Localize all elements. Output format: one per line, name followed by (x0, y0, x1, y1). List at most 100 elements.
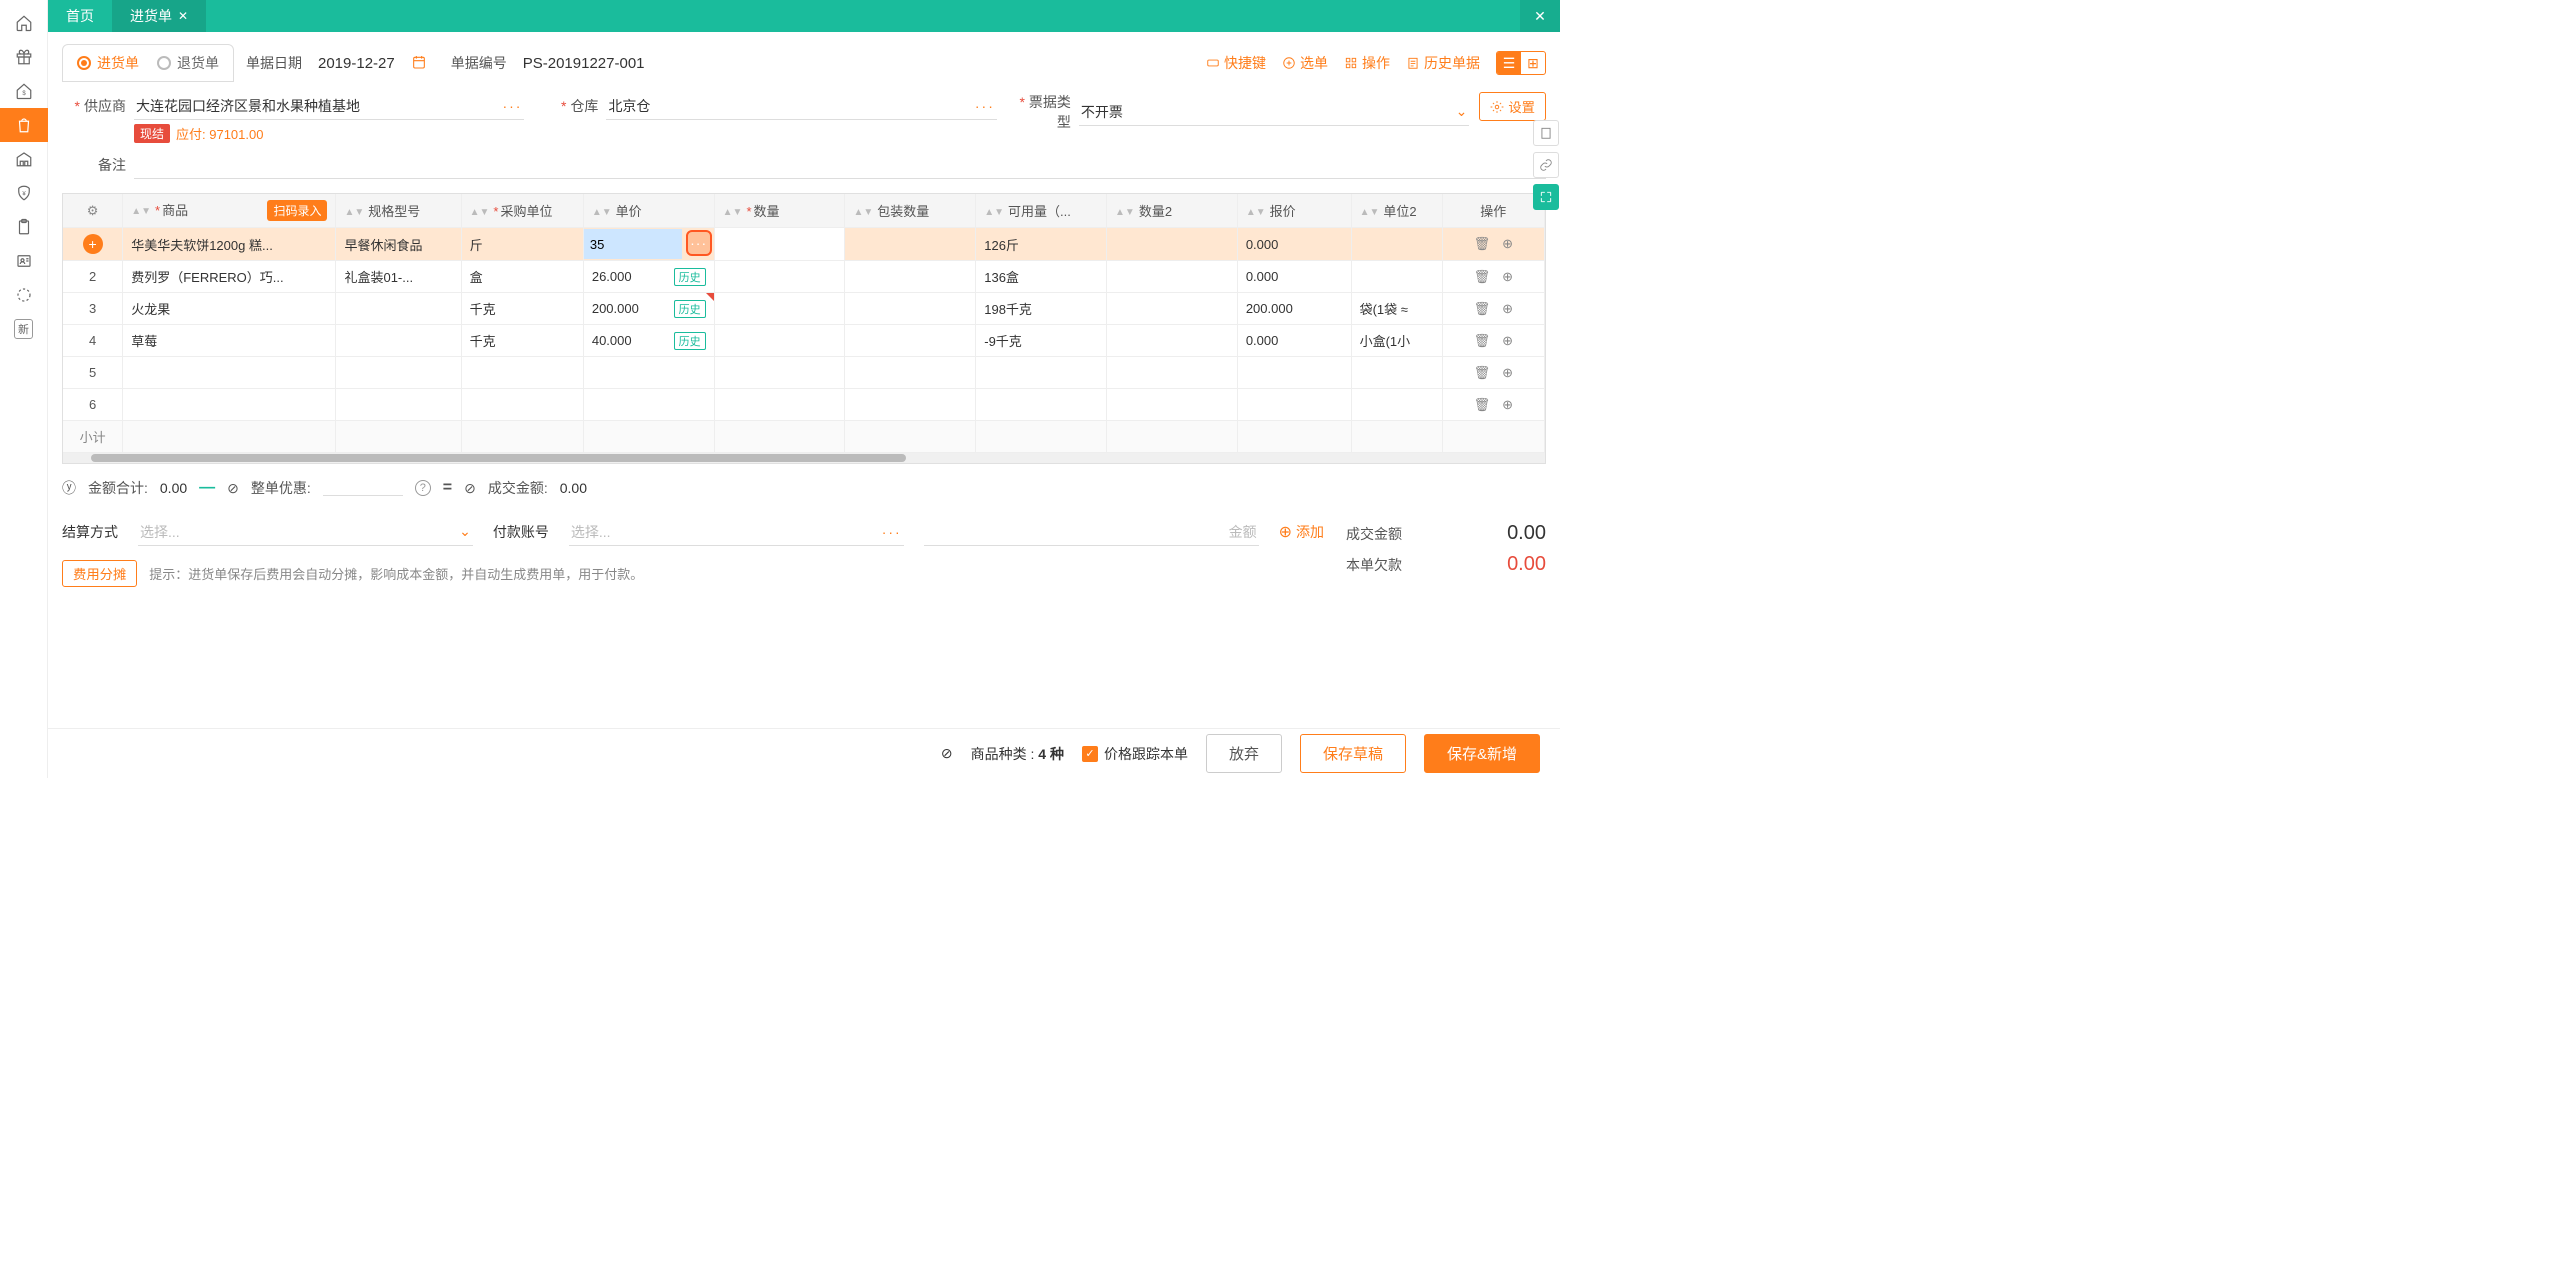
th-qty2[interactable]: ▲▼数量2 (1107, 194, 1238, 228)
chevron-down-icon[interactable]: ⌄ (459, 523, 471, 540)
items-table: ⚙ ▲▼*商品扫码录入 ▲▼规格型号 ▲▼*采购单位 ▲▼单价 ▲▼*数量 ▲▼… (62, 193, 1546, 464)
billtype-chevron-icon[interactable]: ⌄ (1456, 103, 1468, 120)
save-draft-button[interactable]: 保存草稿 (1300, 734, 1406, 773)
row-copy-icon[interactable]: ⊕ (1502, 301, 1513, 317)
table-row[interactable]: +华美华夫软饼1200g 糕...早餐休闲食品斤···126斤0.000🗑⊕ (63, 228, 1545, 261)
gear-icon[interactable]: ⚙ (87, 203, 99, 218)
th-unit2[interactable]: ▲▼单位2 (1351, 194, 1442, 228)
scan-button[interactable]: 扫码录入 (267, 200, 327, 221)
table-h-scrollbar[interactable] (63, 453, 1545, 463)
th-gear[interactable]: ⚙ (63, 194, 123, 228)
toolbar-history[interactable]: 历史单据 (1406, 53, 1480, 73)
row-delete-icon[interactable]: 🗑 (1474, 301, 1491, 317)
supplier-more-icon[interactable]: ··· (502, 98, 522, 114)
nav-money-icon[interactable]: ¥ (0, 176, 48, 210)
tab-home[interactable]: 首页 (48, 0, 112, 32)
deal-label: 成交金额: (488, 478, 548, 498)
top-tab-bar: 首页 进货单✕ ✕ (48, 0, 1560, 32)
settle-method-input[interactable]: 选择...⌄ (138, 518, 473, 546)
track-checkbox[interactable]: ✓ (1082, 746, 1098, 762)
warehouse-more-icon[interactable]: ··· (975, 98, 995, 114)
toolbar-operate[interactable]: 操作 (1344, 53, 1390, 73)
toolbar-select[interactable]: 选单 (1282, 53, 1328, 73)
table-row[interactable]: 6🗑⊕ (63, 389, 1545, 421)
th-quote[interactable]: ▲▼报价 (1237, 194, 1351, 228)
row-copy-icon[interactable]: ⊕ (1502, 365, 1513, 381)
history-tag[interactable]: 历史 (674, 332, 706, 350)
settle-method-label: 结算方式 (62, 522, 118, 542)
nav-gift-icon[interactable] (0, 40, 48, 74)
toolbar-shortcut[interactable]: 快捷键 (1206, 53, 1266, 73)
nav-sync-icon[interactable] (0, 278, 48, 312)
summary-owe-label: 本单欠款 (1346, 555, 1402, 575)
price-more-icon[interactable]: ··· (686, 230, 712, 256)
nav-price-icon[interactable]: $ (0, 74, 48, 108)
th-packqty[interactable]: ▲▼包装数量 (845, 194, 976, 228)
nav-home-icon[interactable] (0, 6, 48, 40)
nav-contact-icon[interactable] (0, 244, 48, 278)
supplier-input[interactable]: 大连花园口经济区景和水果种植基地··· (134, 92, 524, 120)
nav-warehouse-icon[interactable] (0, 142, 48, 176)
help-icon[interactable]: ? (415, 480, 431, 496)
tab-purchase[interactable]: 进货单✕ (112, 0, 206, 32)
billtype-input[interactable]: 不开票⌄ (1079, 98, 1469, 126)
nav-new-badge[interactable]: 新 (0, 312, 48, 346)
th-qty[interactable]: ▲▼*数量 (714, 194, 845, 228)
pay-amount: 应付: 97101.00 (176, 124, 263, 143)
table-row[interactable]: 2费列罗（FERRERO）巧...礼盒装01-...盒26.000历史136盒0… (63, 261, 1545, 293)
th-product[interactable]: ▲▼*商品扫码录入 (123, 194, 336, 228)
row-delete-icon[interactable]: 🗑 (1474, 269, 1491, 285)
add-row-icon[interactable]: + (83, 234, 103, 254)
discard-button[interactable]: 放弃 (1206, 734, 1282, 773)
price-input[interactable] (584, 229, 682, 259)
add-settlement-button[interactable]: ⊕添加 (1279, 522, 1324, 542)
row-copy-icon[interactable]: ⊕ (1502, 236, 1513, 252)
fee-allocate-button[interactable]: 费用分摊 (62, 560, 137, 587)
th-unit[interactable]: ▲▼*采购单位 (461, 194, 583, 228)
view-list-icon[interactable]: ☰ (1497, 52, 1521, 74)
table-row[interactable]: 3火龙果千克200.000历史198千克200.000袋(1袋 ≈🗑⊕ (63, 293, 1545, 325)
nav-purchase-icon[interactable] (0, 108, 48, 142)
th-avail[interactable]: ▲▼可用量（... (976, 194, 1107, 228)
acct-more-icon[interactable]: ··· (882, 524, 902, 540)
table-row[interactable]: 4草莓千克40.000历史-9千克0.000小盒(1小🗑⊕ (63, 325, 1545, 357)
discount-input[interactable] (323, 480, 403, 496)
radio-purchase[interactable]: 进货单 (77, 53, 139, 73)
row-copy-icon[interactable]: ⊕ (1502, 397, 1513, 413)
table-row[interactable]: 5🗑⊕ (63, 357, 1545, 389)
row-delete-icon[interactable]: 🗑 (1474, 236, 1491, 252)
save-new-button[interactable]: 保存&新增 (1424, 734, 1540, 773)
radio-return[interactable]: 退货单 (157, 53, 219, 73)
billtype-label: 票据类型 (1007, 92, 1071, 132)
row-delete-icon[interactable]: 🗑 (1474, 333, 1491, 349)
row-copy-icon[interactable]: ⊕ (1502, 333, 1513, 349)
th-price[interactable]: ▲▼单价 (583, 194, 714, 228)
view-grid-icon[interactable]: ⊞ (1521, 52, 1545, 74)
right-rail (1532, 120, 1560, 210)
row-copy-icon[interactable]: ⊕ (1502, 269, 1513, 285)
currency-icon: ⓨ (62, 478, 76, 498)
history-tag[interactable]: 历史 (674, 300, 706, 318)
tab-close-icon[interactable]: ✕ (178, 9, 188, 23)
row-delete-icon[interactable]: 🗑 (1474, 365, 1491, 381)
rail-note-icon[interactable] (1533, 120, 1559, 146)
settle-amount-input[interactable]: 金额 (924, 518, 1259, 546)
rail-expand-icon[interactable] (1533, 184, 1559, 210)
total-value: 0.00 (160, 480, 187, 496)
remark-input[interactable] (134, 151, 1546, 179)
row-delete-icon[interactable]: 🗑 (1474, 397, 1491, 413)
doc-date-value[interactable]: 2019-12-27 (318, 55, 395, 72)
history-tag[interactable]: 历史 (674, 268, 706, 286)
subtotal-label: 小计 (63, 421, 123, 453)
view-toggle: ☰ ⊞ (1496, 51, 1546, 75)
calendar-icon[interactable] (411, 54, 427, 73)
nav-clipboard-icon[interactable] (0, 210, 48, 244)
warehouse-input[interactable]: 北京仓··· (606, 92, 996, 120)
warehouse-label: 仓库 (534, 96, 598, 116)
discount-label: 整单优惠: (251, 478, 311, 498)
settings-button[interactable]: 设置 (1479, 92, 1546, 121)
th-spec[interactable]: ▲▼规格型号 (336, 194, 461, 228)
settle-acct-input[interactable]: 选择...··· (569, 518, 904, 546)
app-close-icon[interactable]: ✕ (1520, 0, 1560, 32)
rail-link-icon[interactable] (1533, 152, 1559, 178)
